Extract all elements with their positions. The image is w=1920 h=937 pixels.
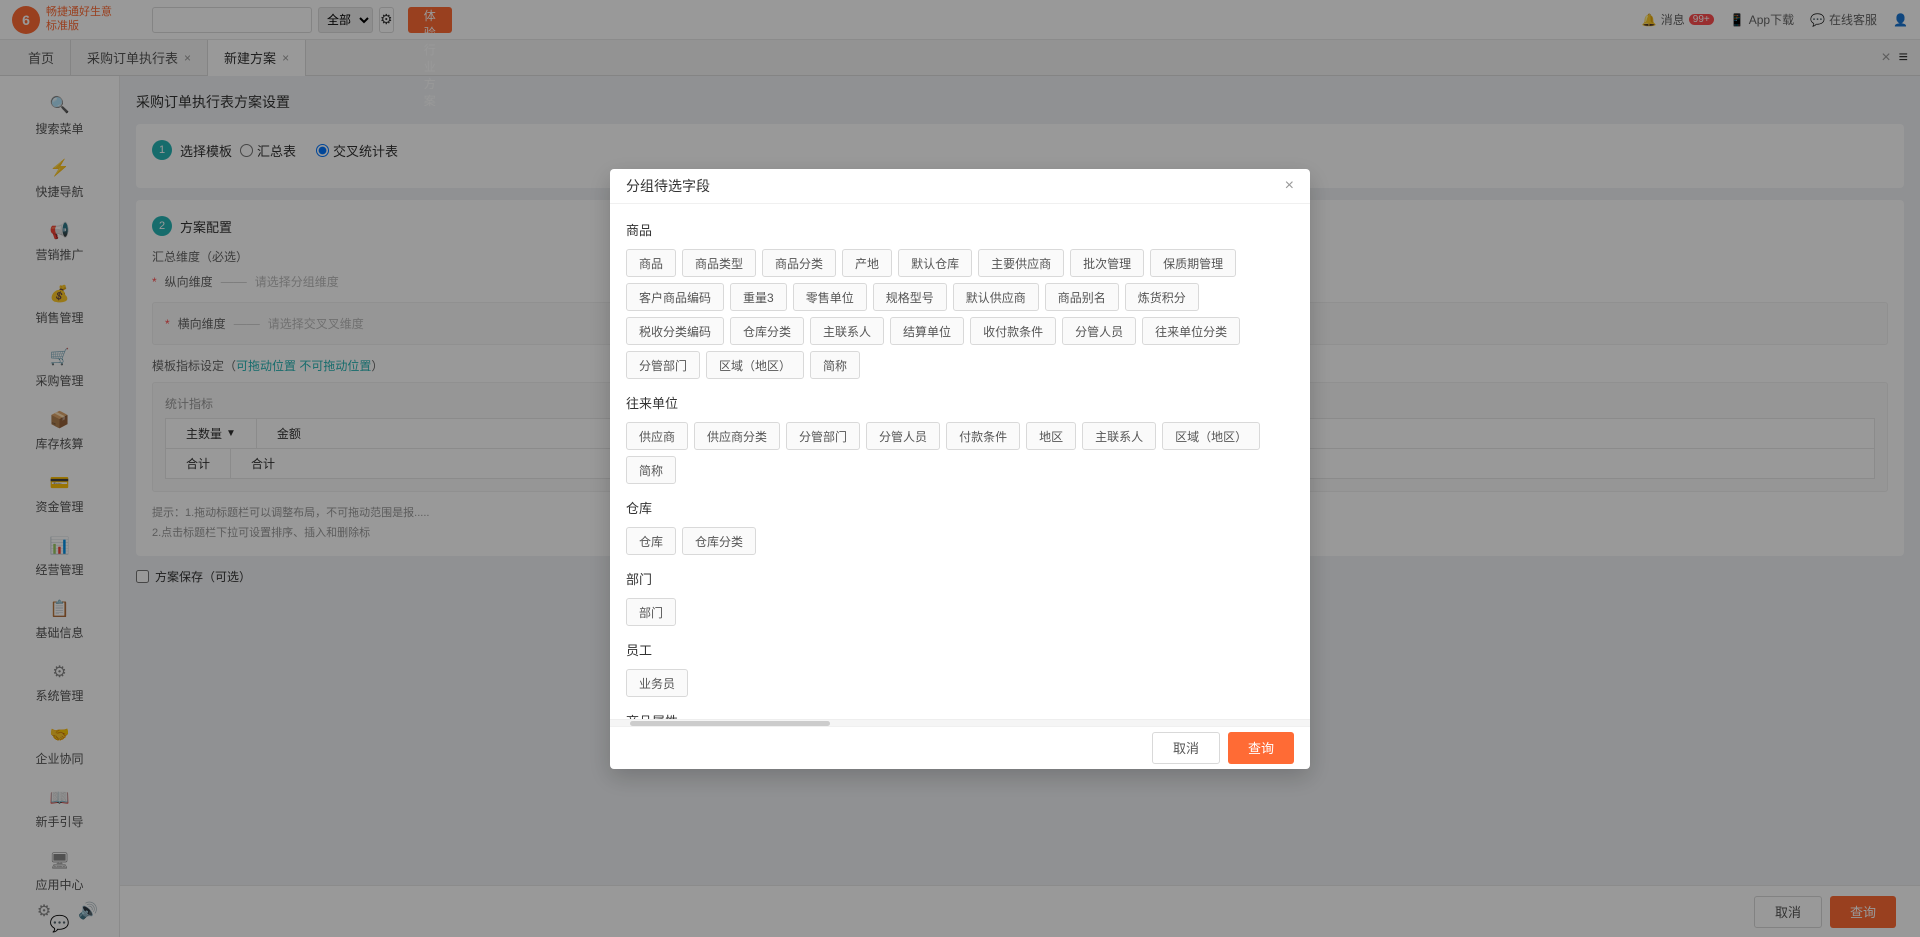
section-title-partner: 往来单位 [626, 393, 1294, 412]
field-tag-warehouse-category[interactable]: 仓库分类 [730, 317, 804, 345]
section-title-employee: 员工 [626, 640, 1294, 659]
field-tag-department[interactable]: 部门 [626, 598, 676, 626]
modal-header: 分组待选字段 × [610, 169, 1310, 205]
field-tag-reward-points[interactable]: 炼货积分 [1125, 283, 1199, 311]
section-title-department: 部门 [626, 569, 1294, 588]
field-tag-goods-category[interactable]: 商品分类 [762, 249, 836, 277]
field-tag-partner-shortname[interactable]: 简称 [626, 456, 676, 484]
field-tag-manager[interactable]: 分管人员 [1062, 317, 1136, 345]
field-tag-goods[interactable]: 商品 [626, 249, 676, 277]
modal-footer: 取消 查询 [610, 726, 1310, 768]
field-tag-default-supplier[interactable]: 默认供应商 [953, 283, 1039, 311]
partner-fields: 供应商 供应商分类 分管部门 分管人员 付款条件 地区 主联系人 区域（地区） … [626, 422, 1294, 484]
modal-close-button[interactable]: × [1285, 177, 1294, 195]
field-tag-goods-alias[interactable]: 商品别名 [1045, 283, 1119, 311]
section-title-goods: 商品 [626, 220, 1294, 239]
modal-cancel-button[interactable]: 取消 [1152, 732, 1220, 764]
modal-body: 商品 商品 商品类型 商品分类 产地 默认仓库 主要供应商 批次管理 保质期管理… [610, 204, 1310, 719]
field-tag-partner-manager[interactable]: 分管人员 [866, 422, 940, 450]
goods-fields: 商品 商品类型 商品分类 产地 默认仓库 主要供应商 批次管理 保质期管理 客户… [626, 249, 1294, 379]
field-tag-dept[interactable]: 分管部门 [626, 351, 700, 379]
field-tag-origin[interactable]: 产地 [842, 249, 892, 277]
field-tag-partner-category[interactable]: 往来单位分类 [1142, 317, 1240, 345]
field-tag-region[interactable]: 区域（地区） [706, 351, 804, 379]
modal-title: 分组待选字段 [626, 176, 710, 196]
modal-dialog: 分组待选字段 × 商品 商品 商品类型 商品分类 产地 默认仓库 主要供应商 批… [610, 169, 1310, 769]
section-title-goods-attr: 商品属性 [626, 711, 1294, 719]
field-tag-partner-region[interactable]: 区域（地区） [1162, 422, 1260, 450]
field-tag-goods-type[interactable]: 商品类型 [682, 249, 756, 277]
field-tag-weight[interactable]: 重量3 [730, 283, 787, 311]
field-tag-payment-cond[interactable]: 付款条件 [946, 422, 1020, 450]
modal-confirm-button[interactable]: 查询 [1228, 732, 1294, 764]
field-tag-settlement-unit[interactable]: 结算单位 [890, 317, 964, 345]
field-tag-payment-terms[interactable]: 收付款条件 [970, 317, 1056, 345]
field-tag-default-warehouse[interactable]: 默认仓库 [898, 249, 972, 277]
field-tag-shelf-life[interactable]: 保质期管理 [1150, 249, 1236, 277]
field-tag-batch-mgmt[interactable]: 批次管理 [1070, 249, 1144, 277]
field-tag-supplier-category[interactable]: 供应商分类 [694, 422, 780, 450]
field-tag-warehouse-cat[interactable]: 仓库分类 [682, 527, 756, 555]
field-tag-main-supplier[interactable]: 主要供应商 [978, 249, 1064, 277]
modal-overlay: 分组待选字段 × 商品 商品 商品类型 商品分类 产地 默认仓库 主要供应商 批… [0, 0, 1920, 937]
section-title-warehouse: 仓库 [626, 498, 1294, 517]
field-tag-supplier[interactable]: 供应商 [626, 422, 688, 450]
field-tag-spec-model[interactable]: 规格型号 [873, 283, 947, 311]
field-tag-main-contact[interactable]: 主联系人 [810, 317, 884, 345]
department-fields: 部门 [626, 598, 1294, 626]
field-tag-salesperson[interactable]: 业务员 [626, 669, 688, 697]
field-tag-area[interactable]: 地区 [1026, 422, 1076, 450]
modal-hscroll[interactable] [610, 719, 1310, 726]
field-tag-customer-code[interactable]: 客户商品编码 [626, 283, 724, 311]
field-tag-partner-dept[interactable]: 分管部门 [786, 422, 860, 450]
field-tag-retail-unit[interactable]: 零售单位 [793, 283, 867, 311]
field-tag-partner-contact[interactable]: 主联系人 [1082, 422, 1156, 450]
field-tag-tax-code[interactable]: 税收分类编码 [626, 317, 724, 345]
field-tag-short-name[interactable]: 简称 [810, 351, 860, 379]
employee-fields: 业务员 [626, 669, 1294, 697]
field-tag-warehouse[interactable]: 仓库 [626, 527, 676, 555]
warehouse-fields: 仓库 仓库分类 [626, 527, 1294, 555]
